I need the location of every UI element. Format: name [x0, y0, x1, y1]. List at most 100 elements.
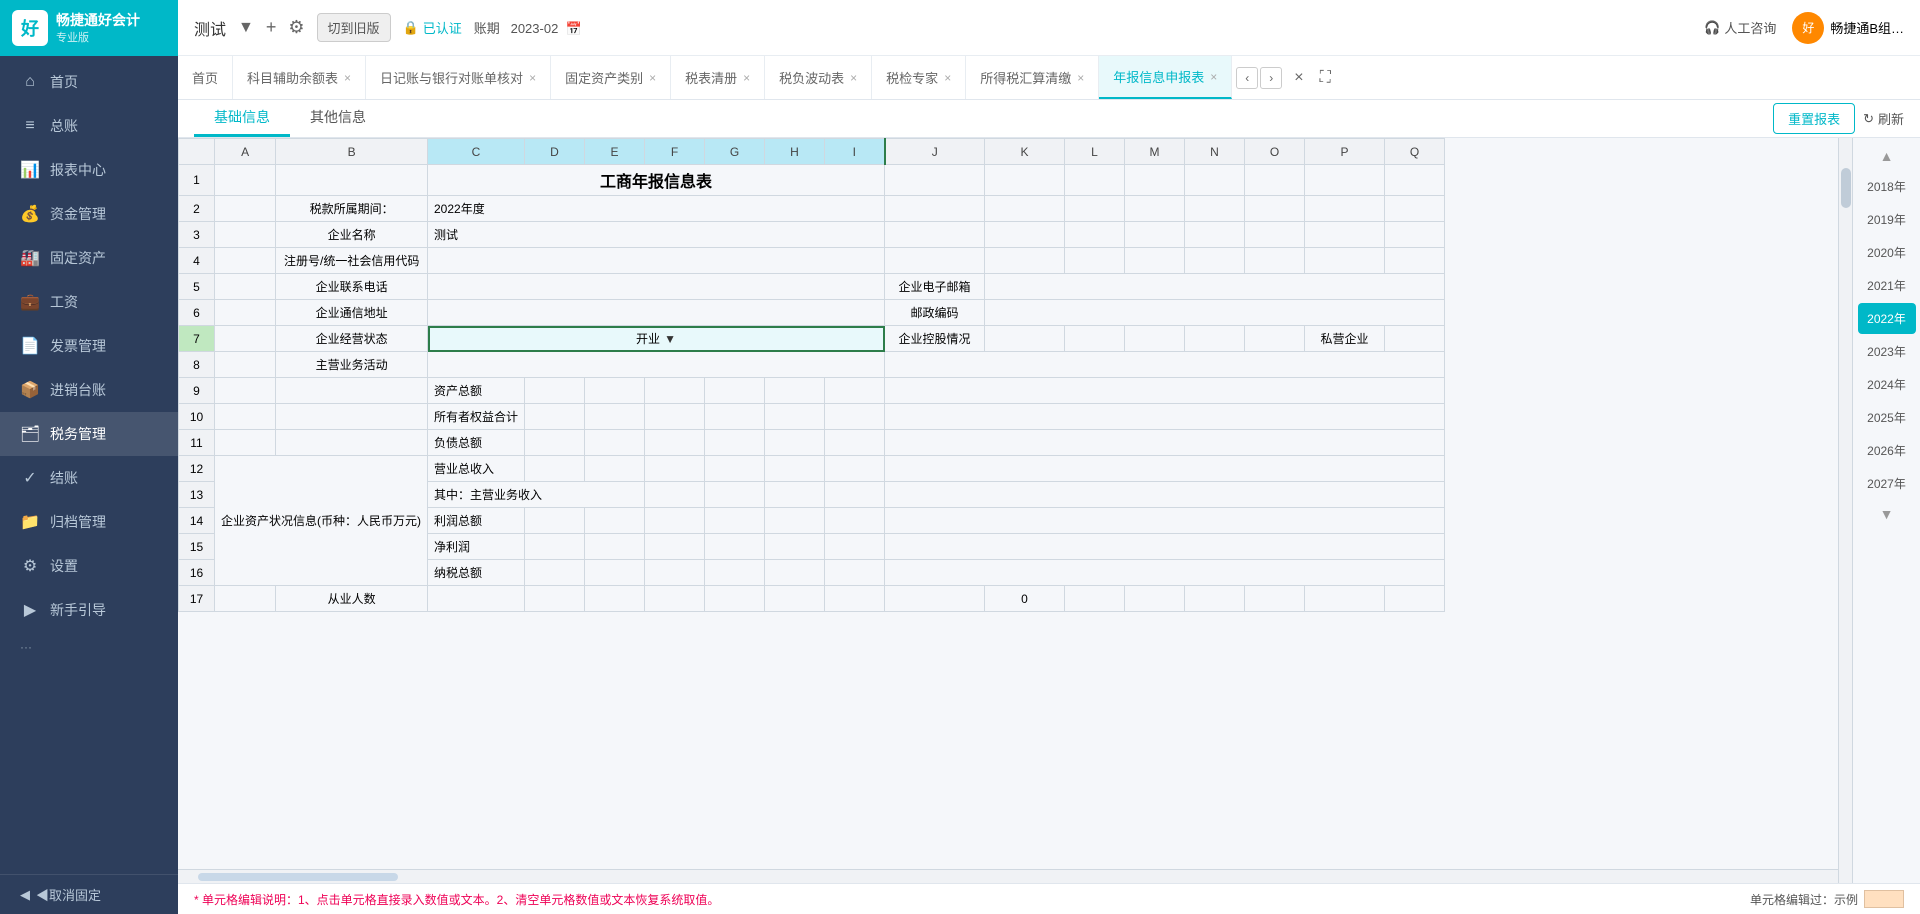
cell-7a[interactable]	[215, 326, 276, 352]
vertical-scrollbar[interactable]	[1838, 138, 1852, 883]
cell-7k[interactable]	[985, 326, 1065, 352]
cell-5a[interactable]	[215, 274, 276, 300]
cell-17b[interactable]: 从业人数	[276, 586, 428, 612]
cell-6k-q[interactable]	[985, 300, 1445, 326]
cell-15j-q[interactable]	[885, 534, 1445, 560]
cell-3j[interactable]	[885, 222, 985, 248]
tab-home[interactable]: 首页	[178, 56, 233, 99]
cell-4l[interactable]	[1065, 248, 1125, 274]
cell-2k[interactable]	[985, 196, 1065, 222]
cell-2c[interactable]: 2022年度	[428, 196, 885, 222]
cell-2n[interactable]	[1185, 196, 1245, 222]
sidebar-item-ledger[interactable]: ≡ 总账	[0, 104, 178, 148]
cell-12e[interactable]	[585, 456, 645, 482]
cell-4n[interactable]	[1185, 248, 1245, 274]
cell-1b[interactable]	[276, 165, 428, 196]
cell-9d[interactable]	[525, 378, 585, 404]
cell-17k[interactable]: 0	[985, 586, 1065, 612]
tab-close-icon[interactable]: ×	[743, 71, 750, 85]
cell-17a[interactable]	[215, 586, 276, 612]
cell-10j-q[interactable]	[885, 404, 1445, 430]
sidebar-unpin[interactable]: ◀ ◀取消固定	[0, 874, 178, 914]
sidebar-item-archive[interactable]: 📁 归档管理	[0, 500, 178, 544]
tab-tax-fluctuation[interactable]: 税负波动表 ×	[765, 56, 872, 99]
cell-7l[interactable]	[1065, 326, 1125, 352]
cell-17c[interactable]	[428, 586, 525, 612]
cell-15h[interactable]	[765, 534, 825, 560]
cell-11b[interactable]	[276, 430, 428, 456]
cell-11a[interactable]	[215, 430, 276, 456]
tab-close-icon[interactable]: ×	[944, 71, 951, 85]
cell-11i[interactable]	[825, 430, 885, 456]
sidebar-item-guide[interactable]: ▶ 新手引导	[0, 588, 178, 632]
tab-income-tax[interactable]: 所得税汇算清缴 ×	[966, 56, 1099, 99]
cell-9g[interactable]	[705, 378, 765, 404]
cell-1l[interactable]	[1065, 165, 1125, 196]
year-2021[interactable]: 2021年	[1858, 270, 1916, 301]
year-2025[interactable]: 2025年	[1858, 402, 1916, 433]
cell-5b[interactable]: 企业联系电话	[276, 274, 428, 300]
cell-4k[interactable]	[985, 248, 1065, 274]
cell-13c-e[interactable]: 其中：主营业务收入	[428, 482, 645, 508]
tab-prev-button[interactable]: ‹	[1236, 67, 1258, 89]
cell-2j[interactable]	[885, 196, 985, 222]
old-version-button[interactable]: 切到旧版	[317, 13, 391, 42]
cell-5j[interactable]: 企业电子邮箱	[885, 274, 985, 300]
cell-16h[interactable]	[765, 560, 825, 586]
cell-14j-q[interactable]	[885, 508, 1445, 534]
cell-7q[interactable]	[1385, 326, 1445, 352]
cell-11h[interactable]	[765, 430, 825, 456]
cell-9f[interactable]	[645, 378, 705, 404]
cell-7m[interactable]	[1125, 326, 1185, 352]
cell-12d[interactable]	[525, 456, 585, 482]
year-2022[interactable]: 2022年	[1858, 303, 1916, 334]
cell-11e[interactable]	[585, 430, 645, 456]
horizontal-scrollbar[interactable]	[178, 869, 1838, 883]
cell-12c[interactable]: 营业总收入	[428, 456, 525, 482]
cell-10b[interactable]	[276, 404, 428, 430]
cell-1j[interactable]	[885, 165, 985, 196]
sidebar-item-tax[interactable]: 🗂 税务管理	[0, 412, 178, 456]
cell-12h[interactable]	[765, 456, 825, 482]
cell-17o[interactable]	[1245, 586, 1305, 612]
tab-auxiliary-balance[interactable]: 科目辅助余额表 ×	[233, 56, 366, 99]
cell-9c[interactable]: 资产总额	[428, 378, 525, 404]
cell-16f[interactable]	[645, 560, 705, 586]
service-button[interactable]: 🎧 人工咨询	[1704, 18, 1776, 37]
cell-15f[interactable]	[645, 534, 705, 560]
tab-close-icon[interactable]: ×	[649, 71, 656, 85]
cell-1n[interactable]	[1185, 165, 1245, 196]
cell-7j[interactable]: 企业控股情况	[885, 326, 985, 352]
cell-14g[interactable]	[705, 508, 765, 534]
cell-3l[interactable]	[1065, 222, 1125, 248]
cell-13g[interactable]	[705, 482, 765, 508]
year-2026[interactable]: 2026年	[1858, 435, 1916, 466]
cell-11f[interactable]	[645, 430, 705, 456]
cell-11d[interactable]	[525, 430, 585, 456]
tab-journal-bank[interactable]: 日记账与银行对账单核对 ×	[366, 56, 551, 99]
sidebar-item-settings[interactable]: ⚙ 设置	[0, 544, 178, 588]
tab-fixed-assets-cat[interactable]: 固定资产类别 ×	[551, 56, 671, 99]
cell-3k[interactable]	[985, 222, 1065, 248]
cell-1p[interactable]	[1305, 165, 1385, 196]
cell-9i[interactable]	[825, 378, 885, 404]
tab-close-icon[interactable]: ×	[850, 71, 857, 85]
cell-7b[interactable]: 企业经营状态	[276, 326, 428, 352]
cell-10e[interactable]	[585, 404, 645, 430]
cell-2a[interactable]	[215, 196, 276, 222]
sidebar-item-funds[interactable]: 💰 资金管理	[0, 192, 178, 236]
vscroll-thumb[interactable]	[1841, 168, 1851, 208]
cell-6c[interactable]	[428, 300, 885, 326]
cell-4a[interactable]	[215, 248, 276, 274]
cell-6a[interactable]	[215, 300, 276, 326]
cell-7n[interactable]	[1185, 326, 1245, 352]
cell-9e[interactable]	[585, 378, 645, 404]
year-2027[interactable]: 2027年	[1858, 468, 1916, 499]
year-2024[interactable]: 2024年	[1858, 369, 1916, 400]
cell-17h[interactable]	[765, 586, 825, 612]
cell-4o[interactable]	[1245, 248, 1305, 274]
cell-14i[interactable]	[825, 508, 885, 534]
cell-13f[interactable]	[645, 482, 705, 508]
cell-11j-q[interactable]	[885, 430, 1445, 456]
year-2018[interactable]: 2018年	[1858, 171, 1916, 202]
